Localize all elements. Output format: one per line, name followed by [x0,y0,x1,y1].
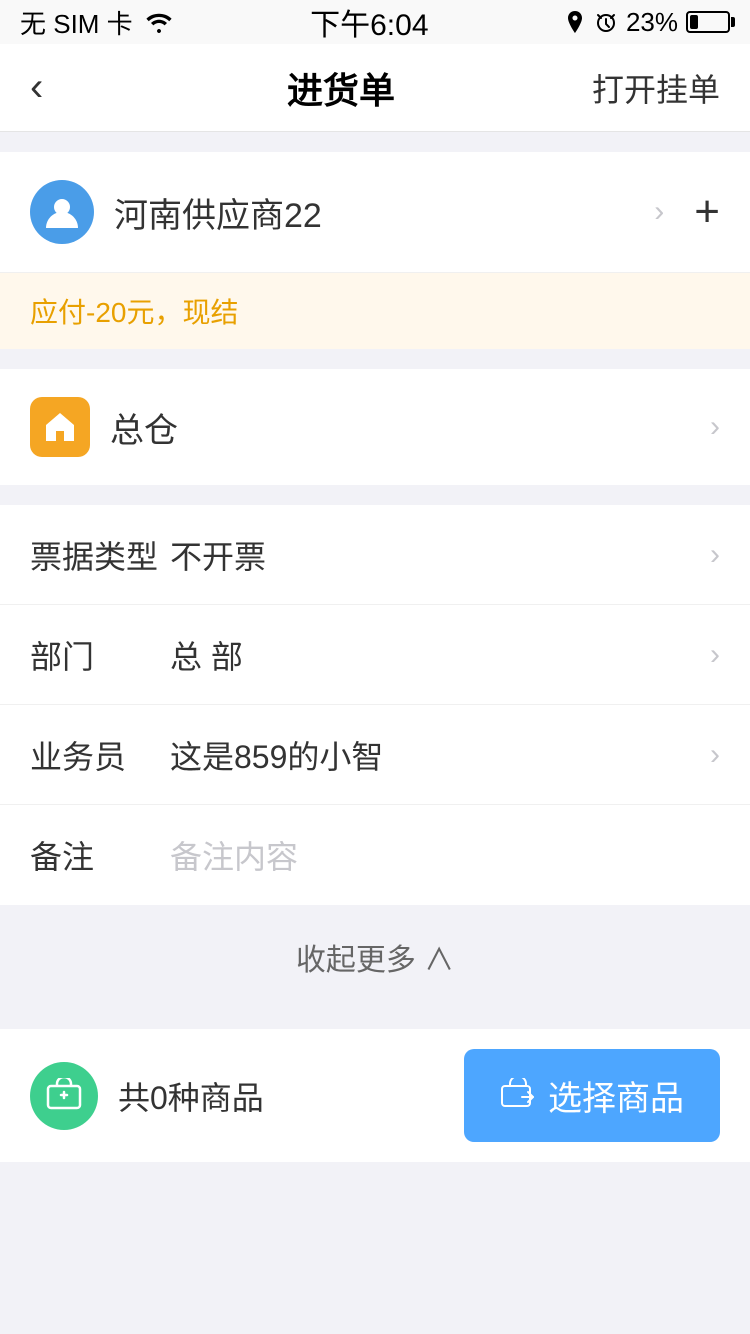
carrier-label: 无 SIM 卡 [20,4,133,41]
notice-row: 应付-20元，现结 [0,273,750,349]
warehouse-name: 总仓 [110,403,710,452]
salesperson-label: 业务员 [30,732,160,778]
select-cart-icon [500,1078,536,1114]
department-row[interactable]: 部门 总 部 › [0,605,750,705]
location-icon [564,9,586,35]
battery-percent: 23% [626,7,678,38]
salesperson-value: 这是859的小智 [170,732,710,778]
avatar-icon [42,192,82,232]
warehouse-icon [30,397,90,457]
department-value: 总 部 [170,632,710,678]
product-count: 共0种商品 [118,1073,444,1119]
department-label: 部门 [30,632,160,678]
supplier-card: 河南供应商22 › + 应付-20元，现结 [0,152,750,349]
department-chevron-icon: › [710,638,720,672]
product-icon [30,1062,98,1130]
bottom-bar: 共0种商品 选择商品 [0,1029,750,1162]
collapse-row[interactable]: 收起更多 ∧ [0,905,750,1009]
remark-row[interactable]: 备注 备注内容 [0,805,750,905]
warehouse-chevron-icon: › [710,410,720,444]
supplier-chevron-icon: › [654,195,664,229]
status-bar: 无 SIM 卡 下午6:04 23% [0,0,750,44]
status-right: 23% [564,7,730,38]
invoice-label: 票据类型 [30,532,160,578]
status-left: 无 SIM 卡 [20,4,175,41]
remark-label: 备注 [30,832,160,878]
invoice-row[interactable]: 票据类型 不开票 › [0,505,750,605]
supplier-avatar [30,180,94,244]
open-pending-button[interactable]: 打开挂单 [592,65,720,111]
salesperson-row[interactable]: 业务员 这是859的小智 › [0,705,750,805]
warehouse-card: 总仓 › [0,369,750,485]
cart-icon [44,1078,84,1114]
battery-icon [686,11,730,33]
alarm-icon [594,9,618,35]
notice-text: 应付-20元，现结 [30,297,238,328]
content: 河南供应商22 › + 应付-20元，现结 总仓 › 票据类型 不开票 › 部门 [0,152,750,1162]
supplier-row[interactable]: 河南供应商22 › + [0,152,750,273]
house-icon [42,409,78,445]
collapse-label: 收起更多 ∧ [296,944,454,977]
select-product-button[interactable]: 选择商品 [464,1049,720,1142]
status-time: 下午6:04 [310,0,428,44]
page-title: 进货单 [287,62,395,114]
add-supplier-button[interactable]: + [694,190,720,234]
salesperson-chevron-icon: › [710,738,720,772]
invoice-chevron-icon: › [710,538,720,572]
warehouse-row[interactable]: 总仓 › [0,369,750,485]
nav-bar: ‹ 进货单 打开挂单 [0,44,750,132]
battery-fill [690,15,698,29]
back-button[interactable]: ‹ [30,65,90,110]
remark-input[interactable]: 备注内容 [170,832,720,878]
supplier-name: 河南供应商22 [114,188,654,237]
form-card: 票据类型 不开票 › 部门 总 部 › 业务员 这是859的小智 › 备注 备注… [0,505,750,905]
select-product-label: 选择商品 [548,1071,684,1120]
invoice-value: 不开票 [170,532,710,578]
wifi-icon [143,11,175,33]
